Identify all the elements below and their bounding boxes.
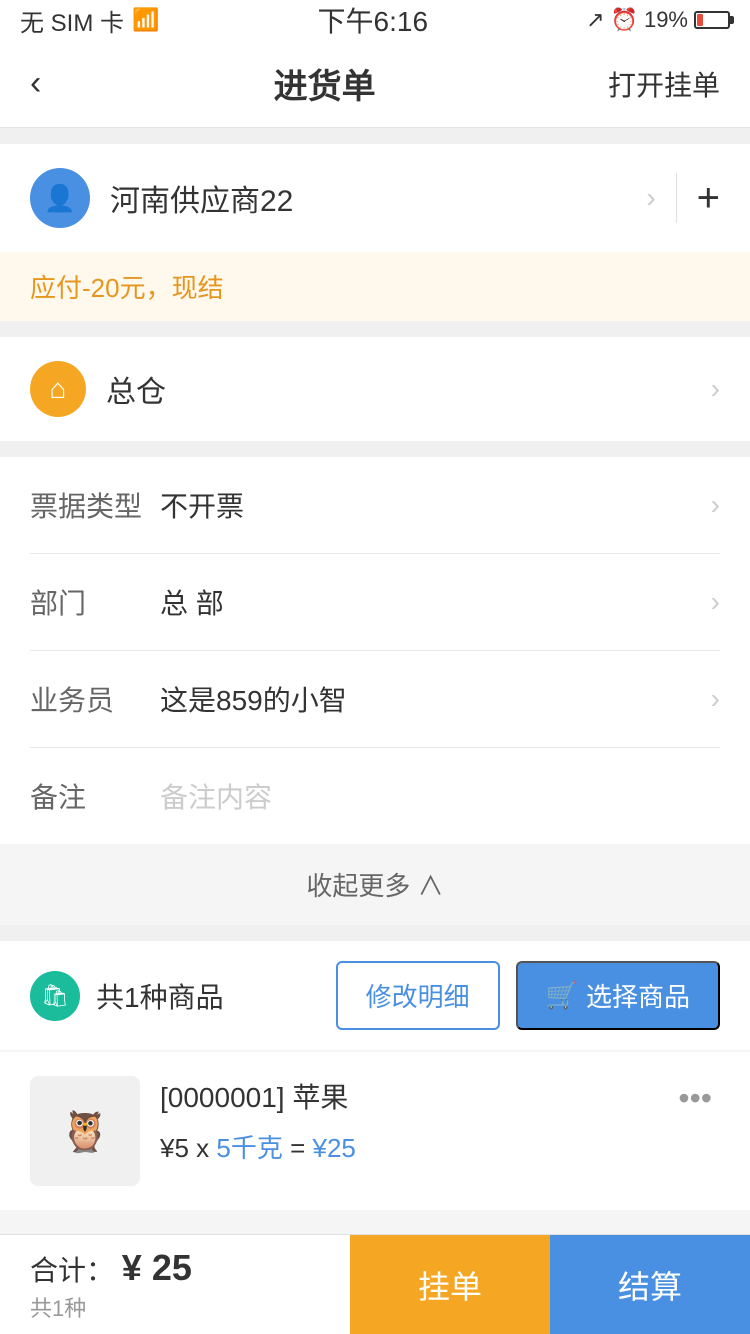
invoice-type-row[interactable]: 票据类型 不开票 ›	[0, 457, 750, 553]
select-product-label: 选择商品	[586, 977, 690, 1014]
status-time: 下午6:16	[318, 0, 429, 40]
collapse-button[interactable]: 收起更多 ∧	[0, 844, 750, 925]
checkout-button[interactable]: 结算	[550, 1235, 750, 1334]
back-button[interactable]: ‹	[30, 64, 41, 103]
top-divider	[0, 128, 750, 144]
staff-chevron-icon: ›	[711, 683, 720, 715]
divider-3	[0, 925, 750, 941]
divider-1	[0, 321, 750, 337]
staff-value: 这是859的小智	[160, 679, 711, 719]
total-label: 合计：	[30, 1255, 114, 1286]
supplier-divider	[676, 173, 677, 223]
product-more-button[interactable]: •••	[670, 1076, 720, 1121]
products-icon: 🛍	[30, 971, 80, 1021]
product-thumbnail: 🦉	[30, 1076, 140, 1186]
cart-icon: 🛍	[41, 983, 69, 1009]
total-row: 合计： ¥ 25	[30, 1247, 320, 1289]
total-section: 合计： ¥ 25 共1种	[0, 1247, 350, 1323]
status-right: ↗ ⏰ 19%	[586, 7, 730, 33]
battery-fill	[697, 14, 703, 26]
wifi-icon: 📶	[132, 7, 159, 33]
department-row[interactable]: 部门 总 部 ›	[0, 554, 750, 650]
warehouse-chevron-icon: ›	[711, 373, 720, 405]
supplier-name: 河南供应商22	[110, 176, 646, 220]
remark-row[interactable]: 备注 备注内容	[0, 748, 750, 844]
remark-input[interactable]: 备注内容	[160, 776, 720, 816]
bottom-bar: 合计： ¥ 25 共1种 挂单 结算	[0, 1234, 750, 1334]
product-unit-price: ¥5	[160, 1133, 189, 1163]
open-pending-button[interactable]: 打开挂单	[608, 64, 720, 104]
status-left: 无 SIM 卡 📶	[20, 3, 159, 38]
invoice-chevron-icon: ›	[711, 489, 720, 521]
total-amount: ¥ 25	[122, 1247, 192, 1288]
page-title: 进货单	[274, 59, 376, 108]
warehouse-section: ⌂ 总仓 ›	[0, 337, 750, 441]
supplier-avatar: 👤	[30, 168, 90, 228]
warehouse-row[interactable]: ⌂ 总仓 ›	[0, 337, 750, 441]
avatar-icon: 👤	[44, 183, 76, 214]
product-thumb-icon: 🦉	[60, 1108, 110, 1155]
form-section: 票据类型 不开票 › 部门 总 部 › 业务员 这是859的小智 › 备注 备注…	[0, 457, 750, 844]
warehouse-name: 总仓	[106, 367, 711, 411]
supplier-row: 👤 河南供应商22 › +	[0, 144, 750, 252]
select-product-icon: 🛒	[546, 980, 578, 1011]
supplier-section: 👤 河南供应商22 › + 应付-20元，现结	[0, 144, 750, 321]
battery-percent: 19%	[644, 7, 688, 33]
edit-detail-button[interactable]: 修改明细	[336, 961, 500, 1030]
select-product-button[interactable]: 🛒 选择商品	[516, 961, 720, 1030]
carrier-label: 无 SIM 卡	[20, 3, 124, 38]
product-info: [0000001] 苹果 ¥5 x 5千克 = ¥25	[160, 1076, 650, 1165]
invoice-type-label: 票据类型	[30, 485, 160, 525]
supplier-chevron-icon: ›	[646, 182, 655, 214]
price-separator: x	[196, 1133, 216, 1163]
remark-label: 备注	[30, 776, 160, 816]
department-chevron-icon: ›	[711, 586, 720, 618]
product-total: ¥25	[313, 1133, 356, 1163]
product-quantity: 5千克	[216, 1133, 282, 1163]
suspend-button[interactable]: 挂单	[350, 1235, 550, 1334]
add-button[interactable]: +	[697, 176, 720, 221]
alarm-icon: ⏰	[611, 7, 638, 33]
department-label: 部门	[30, 582, 160, 622]
staff-label: 业务员	[30, 679, 160, 719]
product-price: ¥5 x 5千克 = ¥25	[160, 1128, 650, 1165]
staff-row[interactable]: 业务员 这是859的小智 ›	[0, 651, 750, 747]
battery-icon	[694, 11, 730, 29]
collapse-label: 收起更多 ∧	[306, 866, 443, 903]
warehouse-icon: ⌂	[30, 361, 86, 417]
products-count: 共1种商品	[96, 976, 336, 1016]
home-icon: ⌂	[50, 373, 67, 405]
location-icon: ↗	[586, 7, 604, 33]
notice-bar: 应付-20元，现结	[0, 252, 750, 321]
invoice-type-value: 不开票	[160, 485, 711, 525]
product-code: [0000001]	[160, 1082, 285, 1113]
nav-bar: ‹ 进货单 打开挂单	[0, 40, 750, 128]
total-count: 共1种	[30, 1291, 320, 1323]
divider-2	[0, 441, 750, 457]
product-name: [0000001] 苹果	[160, 1076, 650, 1116]
department-value: 总 部	[160, 582, 711, 622]
products-header: 🛍 共1种商品 修改明细 🛒 选择商品	[0, 941, 750, 1050]
product-title: 苹果	[292, 1082, 348, 1113]
equals-sign: =	[290, 1133, 312, 1163]
product-item: 🦉 [0000001] 苹果 ¥5 x 5千克 = ¥25 •••	[0, 1052, 750, 1210]
status-bar: 无 SIM 卡 📶 下午6:16 ↗ ⏰ 19%	[0, 0, 750, 40]
